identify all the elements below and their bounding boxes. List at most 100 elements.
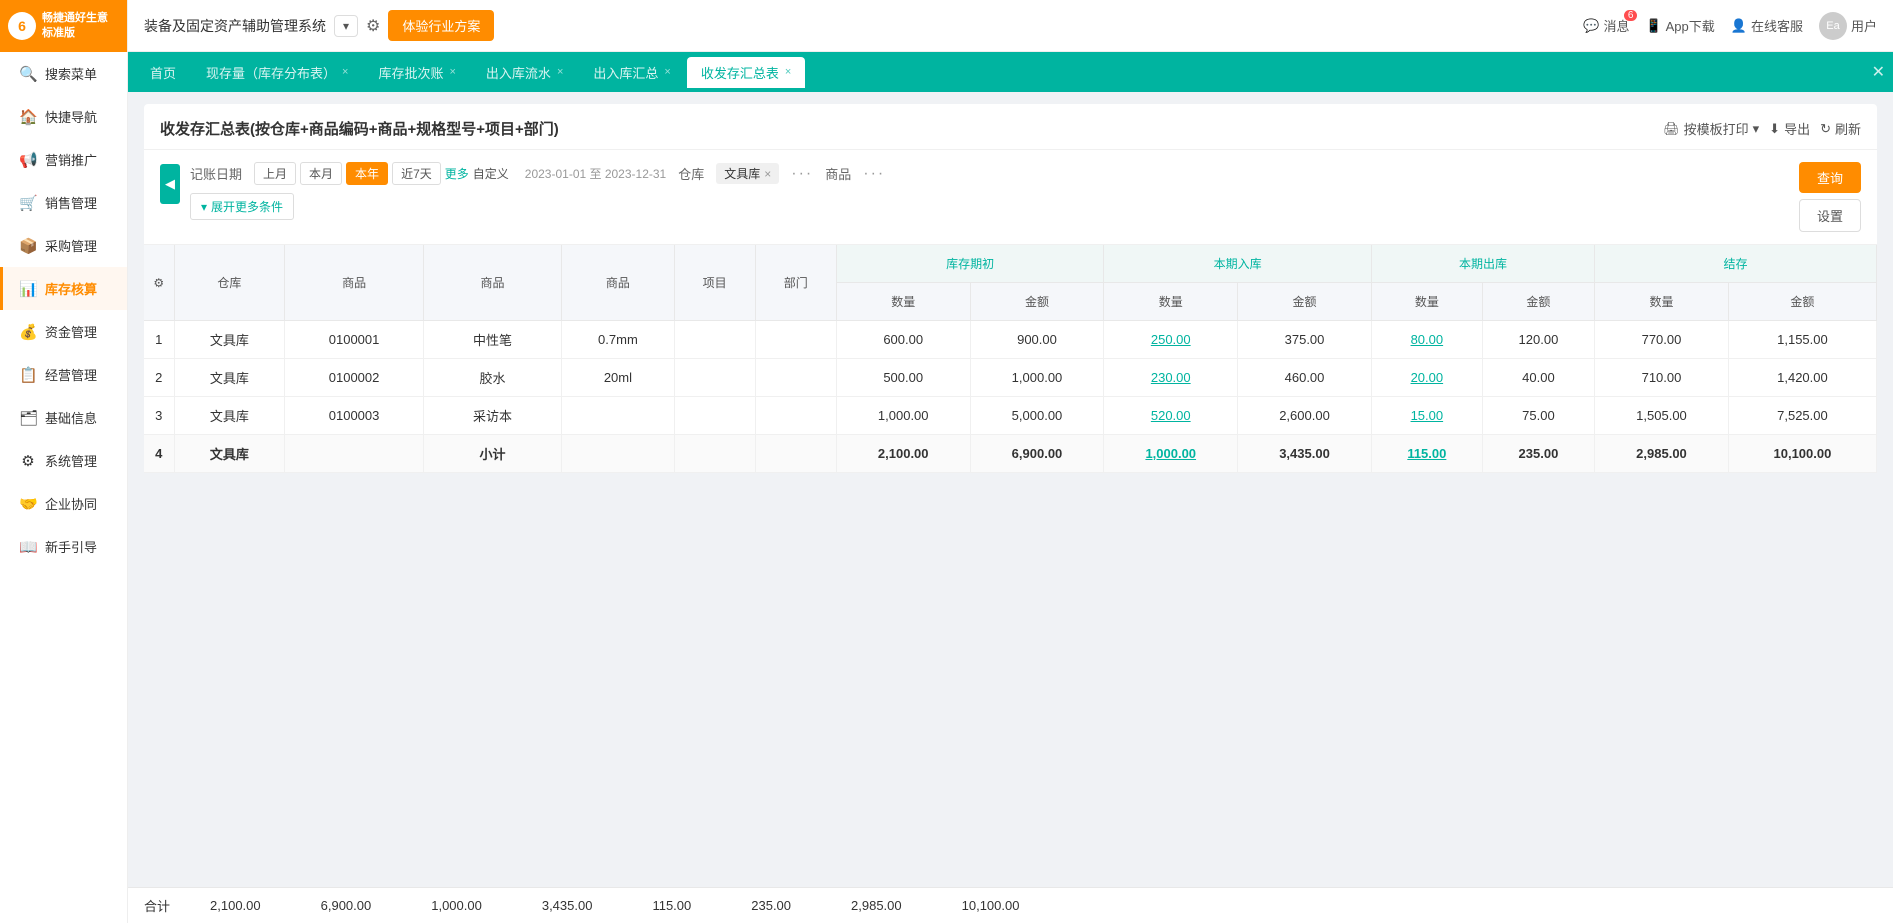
close-qty-header: 数量	[1595, 283, 1729, 321]
page-card: 收发存汇总表(按仓库+商品编码+商品+规格型号+项目+部门) 🖨 按模板打印 ▾…	[144, 104, 1877, 473]
tab-batch[interactable]: 库存批次账 ×	[364, 57, 469, 88]
refresh-btn[interactable]: ↻ 刷新	[1820, 119, 1861, 138]
sidebar-item-marketing[interactable]: 📢 营销推广	[0, 138, 127, 181]
row-close-qty-3: 2,985.00	[1595, 435, 1729, 473]
group-in-header: 本期入库	[1104, 245, 1372, 283]
filter-bar: ◀ 记账日期 上月 本月 本年 近7天 更多 自定义	[144, 150, 1877, 245]
row-open-qty-1: 500.00	[836, 359, 970, 397]
tab-close-inout_flow[interactable]: ×	[557, 66, 563, 78]
tab-close-receive_summary[interactable]: ×	[785, 66, 791, 78]
system-dropdown[interactable]: ▾	[334, 15, 358, 37]
marketing-icon: 📢	[19, 151, 37, 169]
row-dept-3	[755, 435, 836, 473]
row-project-3	[674, 435, 755, 473]
date-label: 记账日期	[190, 164, 242, 183]
row-dept-2	[755, 397, 836, 435]
sidebar-item-enterprise[interactable]: 🤝企业协同	[0, 482, 127, 525]
date-btn-last-month[interactable]: 上月	[254, 162, 296, 185]
close-all-tabs[interactable]: ✕	[1872, 62, 1885, 82]
col-goods-spec-header: 商品	[562, 245, 674, 321]
tab-inout_flow[interactable]: 出入库流水 ×	[472, 57, 577, 88]
row-name-2: 采访本	[423, 397, 561, 435]
app-download-btn[interactable]: 📱 App下载	[1645, 16, 1714, 35]
open-qty-header: 数量	[836, 283, 970, 321]
message-btn[interactable]: 💬 消息 6	[1583, 16, 1629, 35]
row-warehouse-3: 文具库	[174, 435, 285, 473]
tab-close-inout_summary[interactable]: ×	[664, 66, 670, 78]
sidebar-item-basic[interactable]: 🗂基础信息	[0, 396, 127, 439]
dropdown-chevron: ▾	[343, 19, 349, 33]
row-in-amt-3: 3,435.00	[1238, 435, 1372, 473]
filter-toggle-btn[interactable]: ◀	[160, 164, 180, 204]
tab-home[interactable]: 首页	[136, 57, 190, 88]
print-btn[interactable]: 🖨 按模板打印 ▾	[1663, 119, 1759, 138]
download-icon: 📱	[1645, 18, 1661, 34]
tab-receive_summary[interactable]: 收发存汇总表 ×	[687, 57, 805, 88]
sidebar-item-purchase[interactable]: 📦采购管理	[0, 224, 127, 267]
user-btn[interactable]: Ea 用户	[1819, 12, 1877, 40]
date-btn-7days[interactable]: 近7天	[392, 162, 441, 185]
row-name-0: 中性笔	[423, 321, 561, 359]
set-btn[interactable]: 设置	[1799, 199, 1861, 232]
query-btn[interactable]: 查询	[1799, 162, 1861, 193]
group-closing-header: 结存	[1595, 245, 1877, 283]
goods-label: 商品	[825, 164, 851, 183]
online-service-btn[interactable]: 👤 在线客服	[1731, 16, 1803, 35]
date-more-btn[interactable]: 更多	[445, 165, 469, 182]
date-btn-this-month[interactable]: 本月	[300, 162, 342, 185]
out-amt-header: 金额	[1482, 283, 1594, 321]
tab-inout_summary[interactable]: 出入库汇总 ×	[579, 57, 684, 88]
date-btn-this-year[interactable]: 本年	[346, 162, 388, 185]
row-code-1: 0100002	[285, 359, 423, 397]
quick-icon: 🏠	[19, 108, 37, 126]
warehouse-tag-close[interactable]: ×	[764, 167, 771, 181]
row-in-qty-0[interactable]: 250.00	[1104, 321, 1238, 359]
bottom-bar: 合计 2,100.00 6,900.00 1,000.00 3,435.00 1…	[128, 887, 1893, 923]
date-custom-btn[interactable]: 自定义	[473, 165, 509, 182]
total-in-qty: 1,000.00	[431, 898, 482, 913]
tab-close-batch[interactable]: ×	[449, 66, 455, 78]
export-btn[interactable]: ⬇ 导出	[1769, 119, 1810, 138]
row-in-qty-2[interactable]: 520.00	[1104, 397, 1238, 435]
row-out-qty-0[interactable]: 80.00	[1371, 321, 1482, 359]
row-in-qty-1[interactable]: 230.00	[1104, 359, 1238, 397]
sidebar-item-operations[interactable]: 📋经营管理	[0, 353, 127, 396]
sidebar-item-inventory[interactable]: 📊库存核算	[0, 267, 127, 310]
col-settings: ⚙	[144, 245, 174, 321]
sidebar-label-sales: 销售管理	[45, 193, 97, 212]
sales-icon: 🛒	[19, 194, 37, 212]
basic-icon: 🗂	[19, 409, 37, 427]
row-spec-3	[562, 435, 674, 473]
warehouse-more-dots[interactable]: ···	[791, 165, 813, 183]
print-chevron: ▾	[1753, 121, 1760, 137]
row-spec-0: 0.7mm	[562, 321, 674, 359]
trial-button[interactable]: 体验行业方案	[388, 10, 494, 41]
goods-more-dots[interactable]: ···	[863, 165, 885, 183]
row-open-qty-2: 1,000.00	[836, 397, 970, 435]
row-dept-0	[755, 321, 836, 359]
sidebar-label-guide: 新手引导	[45, 537, 97, 556]
tab-close-inventory_dist[interactable]: ×	[342, 66, 348, 78]
row-project-2	[674, 397, 755, 435]
row-out-qty-1[interactable]: 20.00	[1371, 359, 1482, 397]
sidebar-item-search[interactable]: 🔍搜索菜单	[0, 52, 127, 95]
total-close-amt: 10,100.00	[962, 898, 1020, 913]
operations-icon: 📋	[19, 366, 37, 384]
sidebar-label-marketing: 营销推广	[45, 150, 97, 169]
sidebar-item-sales[interactable]: 🛒 销售管理	[0, 181, 127, 224]
sidebar-item-quick[interactable]: 🏠快捷导航	[0, 95, 127, 138]
sidebar-item-system[interactable]: ⚙系统管理	[0, 439, 127, 482]
warehouse-label: 仓库	[678, 164, 704, 183]
group-opening-header: 库存期初	[836, 245, 1104, 283]
tab-inventory_dist[interactable]: 现存量（库存分布表） ×	[192, 57, 362, 88]
tab-label-home: 首页	[150, 63, 176, 82]
sidebar-item-finance[interactable]: 💰资金管理	[0, 310, 127, 353]
settings-icon[interactable]: ⚙	[366, 16, 380, 36]
col-warehouse-header: 仓库	[174, 245, 285, 321]
row-no-2: 3	[144, 397, 174, 435]
expand-more-btn[interactable]: ▾ 展开更多条件	[190, 193, 294, 220]
row-out-qty-3[interactable]: 115.00	[1371, 435, 1482, 473]
row-out-qty-2[interactable]: 15.00	[1371, 397, 1482, 435]
sidebar-item-guide[interactable]: 📖新手引导	[0, 525, 127, 568]
row-in-qty-3[interactable]: 1,000.00	[1104, 435, 1238, 473]
